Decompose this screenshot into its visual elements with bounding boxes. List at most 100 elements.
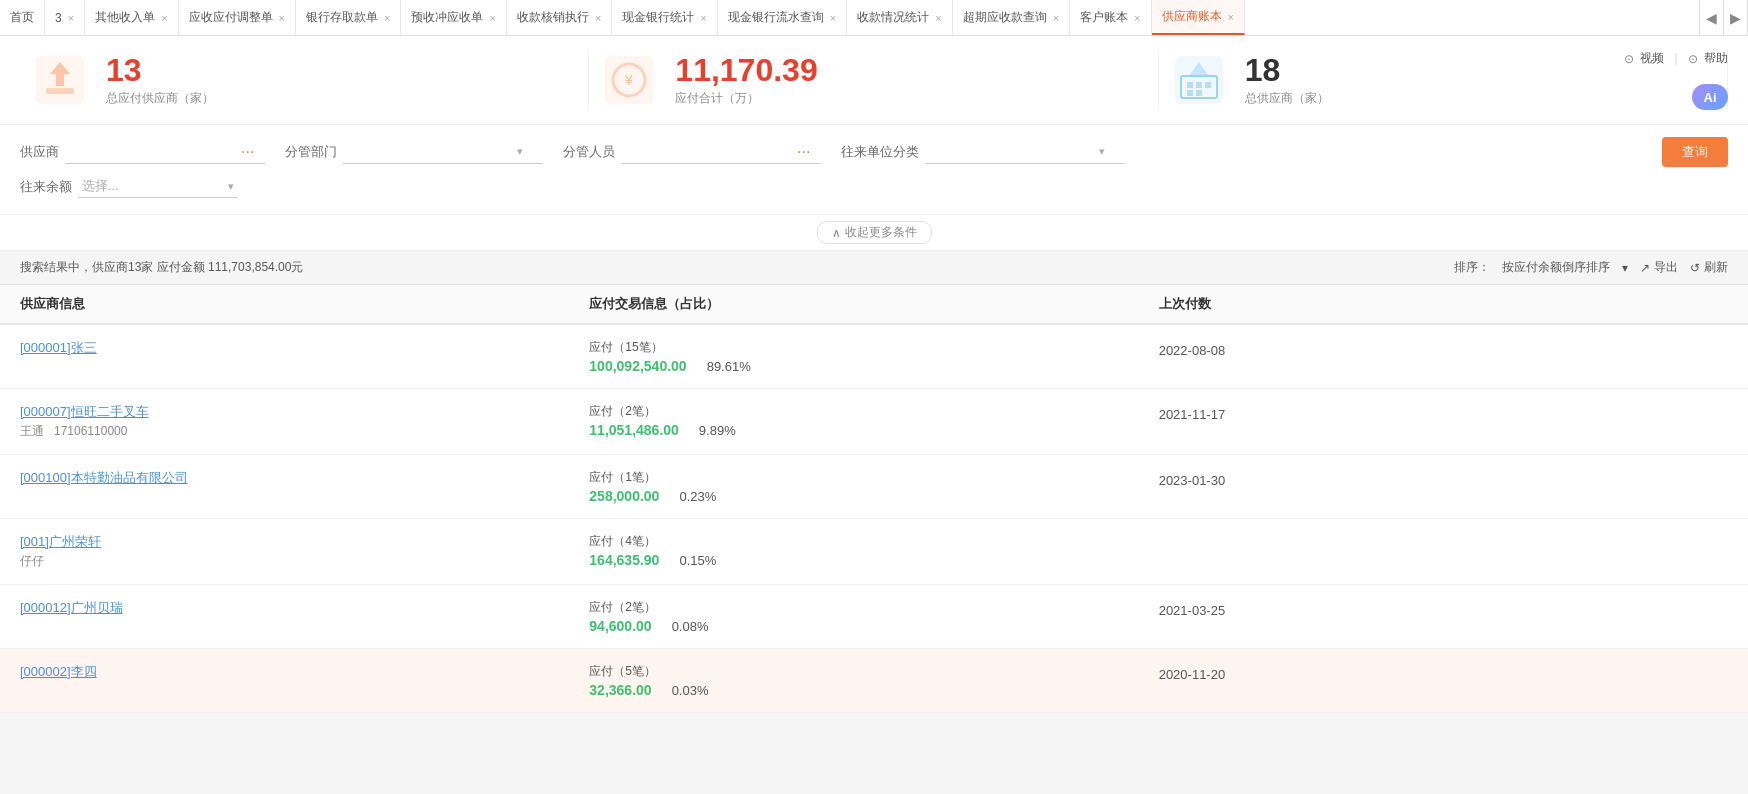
payable-suppliers-label: 总应付供应商（家） <box>106 90 214 107</box>
nav-tab-cash-flow[interactable]: 现金银行流水查询 × <box>718 0 847 35</box>
person-more-icon[interactable]: ··· <box>797 143 810 161</box>
supplier-link[interactable]: [000001]张三 <box>20 340 97 355</box>
help-link[interactable]: 帮助 <box>1704 50 1728 67</box>
close-icon[interactable]: × <box>935 12 941 24</box>
close-icon[interactable]: × <box>384 12 390 24</box>
nav-tab-cash-stats[interactable]: 现金银行统计 × <box>612 0 717 35</box>
total-suppliers-number: 18 <box>1245 54 1329 86</box>
nav-tab-other-income[interactable]: 其他收入单 × <box>85 0 178 35</box>
close-icon[interactable]: × <box>68 12 74 24</box>
category-filter-label: 往来单位分类 <box>841 143 919 161</box>
sort-label: 排序： <box>1454 259 1490 276</box>
close-icon[interactable]: × <box>595 12 601 24</box>
filter-supplier: 供应商 ··· <box>20 140 265 164</box>
close-icon[interactable]: × <box>1134 12 1140 24</box>
close-icon[interactable]: × <box>489 12 495 24</box>
result-bar: 搜索结果中，供应商13家 应付金额 111,703,854.00元 排序： 按应… <box>0 251 1748 285</box>
nav-tab-bank-label: 银行存取款单 <box>306 9 378 26</box>
close-icon[interactable]: × <box>1053 12 1059 24</box>
tx-percent: 0.08% <box>672 619 709 634</box>
nav-tab-receipt-stats[interactable]: 收款情况统计 × <box>847 0 952 35</box>
nav-tab-overdue-label: 超期应收款查询 <box>963 9 1047 26</box>
supplier-more-icon[interactable]: ··· <box>241 143 254 161</box>
nav-tab-cash-flow-label: 现金银行流水查询 <box>728 9 824 26</box>
nav-tab-prepaid[interactable]: 预收冲应收单 × <box>401 0 506 35</box>
nav-scroll-controls: ◀ ▶ <box>1699 0 1748 35</box>
supplier-info-cell: [000001]张三 <box>20 339 589 357</box>
nav-tab-bank[interactable]: 银行存取款单 × <box>296 0 401 35</box>
video-link[interactable]: 视频 <box>1640 50 1664 67</box>
transaction-cell: 应付（1笔） 258,000.00 0.23% <box>589 469 1158 504</box>
sort-dropdown-icon[interactable]: ▾ <box>1622 261 1628 275</box>
export-label: 导出 <box>1654 259 1678 276</box>
stat-total-suppliers-text: 18 总供应商（家） <box>1245 54 1329 107</box>
person-input[interactable] <box>625 142 795 161</box>
header-supplier: 供应商信息 <box>20 295 589 313</box>
refresh-action[interactable]: ↺ 刷新 <box>1690 259 1728 276</box>
transaction-cell: 应付（15笔） 100,092,540.00 89.61% <box>589 339 1158 374</box>
filter-row-1: 供应商 ··· 分管部门 ▾ 分管人员 ··· 往来单位分类 <box>20 137 1728 167</box>
supplier-link[interactable]: [000007]恒旺二手叉车 <box>20 404 149 419</box>
nav-tab-supplier-ledger[interactable]: 供应商账本 × <box>1152 0 1245 35</box>
query-button[interactable]: 查询 <box>1662 137 1728 167</box>
nav-next-arrow[interactable]: ▶ <box>1724 0 1748 35</box>
close-icon[interactable]: × <box>279 12 285 24</box>
collapse-icon: ∧ <box>832 226 841 240</box>
dept-filter-label: 分管部门 <box>285 143 337 161</box>
close-icon[interactable]: × <box>830 12 836 24</box>
transaction-cell: 应付（4笔） 164,635.90 0.15% <box>589 533 1158 568</box>
nav-tab-home[interactable]: 首页 <box>0 0 45 35</box>
nav-tab-customer-ledger[interactable]: 客户账本 × <box>1070 0 1151 35</box>
balance-filter-label: 往来余额 <box>20 178 72 196</box>
svg-rect-12 <box>1196 90 1202 96</box>
transaction-cell: 应付（2笔） 94,600.00 0.08% <box>589 599 1158 634</box>
supplier-contact: 仔仔 <box>20 553 589 570</box>
supplier-info-cell: [001]广州荣轩 仔仔 <box>20 533 589 570</box>
person-filter-label: 分管人员 <box>563 143 615 161</box>
ai-button[interactable]: Ai <box>1692 84 1728 110</box>
nav-tab-adjustment[interactable]: 应收应付调整单 × <box>179 0 296 35</box>
nav-tab-3-label: 3 <box>55 11 62 25</box>
supplier-input[interactable] <box>69 142 239 161</box>
tx-amount[interactable]: 94,600.00 <box>589 618 651 634</box>
tx-amount[interactable]: 100,092,540.00 <box>589 358 686 374</box>
balance-dropdown-icon[interactable]: ▾ <box>228 180 234 193</box>
table-row: [000002]李四 应付（5笔） 32,366.00 0.03% 2020-1… <box>0 649 1748 713</box>
tx-amount[interactable]: 11,051,486.00 <box>589 422 679 438</box>
supplier-filter-label: 供应商 <box>20 143 59 161</box>
nav-tab-other-income-label: 其他收入单 <box>95 9 155 26</box>
nav-tab-3[interactable]: 3 × <box>45 0 85 35</box>
table-row: [000007]恒旺二手叉车 王通 17106110000 应付（2笔） 11,… <box>0 389 1748 455</box>
category-input[interactable] <box>929 142 1099 161</box>
tx-amount[interactable]: 258,000.00 <box>589 488 659 504</box>
nav-prev-arrow[interactable]: ◀ <box>1700 0 1724 35</box>
supplier-contact: 王通 17106110000 <box>20 423 589 440</box>
supplier-link[interactable]: [001]广州荣轩 <box>20 534 101 549</box>
svg-rect-2 <box>46 88 74 94</box>
nav-tab-home-label: 首页 <box>10 9 34 26</box>
close-icon[interactable]: × <box>700 12 706 24</box>
nav-tab-overdue[interactable]: 超期应收款查询 × <box>953 0 1070 35</box>
close-icon[interactable]: × <box>161 12 167 24</box>
supplier-info-cell: [000012]广州贝瑞 <box>20 599 589 617</box>
category-dropdown-icon[interactable]: ▾ <box>1099 145 1105 158</box>
collapse-button[interactable]: ∧ 收起更多条件 <box>817 221 932 244</box>
collapse-bar: ∧ 收起更多条件 <box>0 215 1748 251</box>
tx-amount[interactable]: 32,366.00 <box>589 682 651 698</box>
tx-percent: 0.23% <box>679 489 716 504</box>
supplier-link[interactable]: [000100]本特勤油品有限公司 <box>20 470 188 485</box>
close-icon[interactable]: × <box>1228 11 1234 23</box>
tx-label: 应付（4笔） <box>589 533 1158 550</box>
supplier-link[interactable]: [000012]广州贝瑞 <box>20 600 123 615</box>
filter-dept: 分管部门 ▾ <box>285 140 543 164</box>
nav-tab-receipt-stats-label: 收款情况统计 <box>857 9 929 26</box>
tx-percent: 0.03% <box>672 683 709 698</box>
export-action[interactable]: ↗ 导出 <box>1640 259 1678 276</box>
svg-text:¥: ¥ <box>624 72 633 88</box>
supplier-link[interactable]: [000002]李四 <box>20 664 97 679</box>
svg-rect-10 <box>1205 82 1211 88</box>
dept-dropdown-icon[interactable]: ▾ <box>517 145 523 158</box>
nav-tab-collection[interactable]: 收款核销执行 × <box>507 0 612 35</box>
dept-input[interactable] <box>347 142 517 161</box>
tx-amount[interactable]: 164,635.90 <box>589 552 659 568</box>
